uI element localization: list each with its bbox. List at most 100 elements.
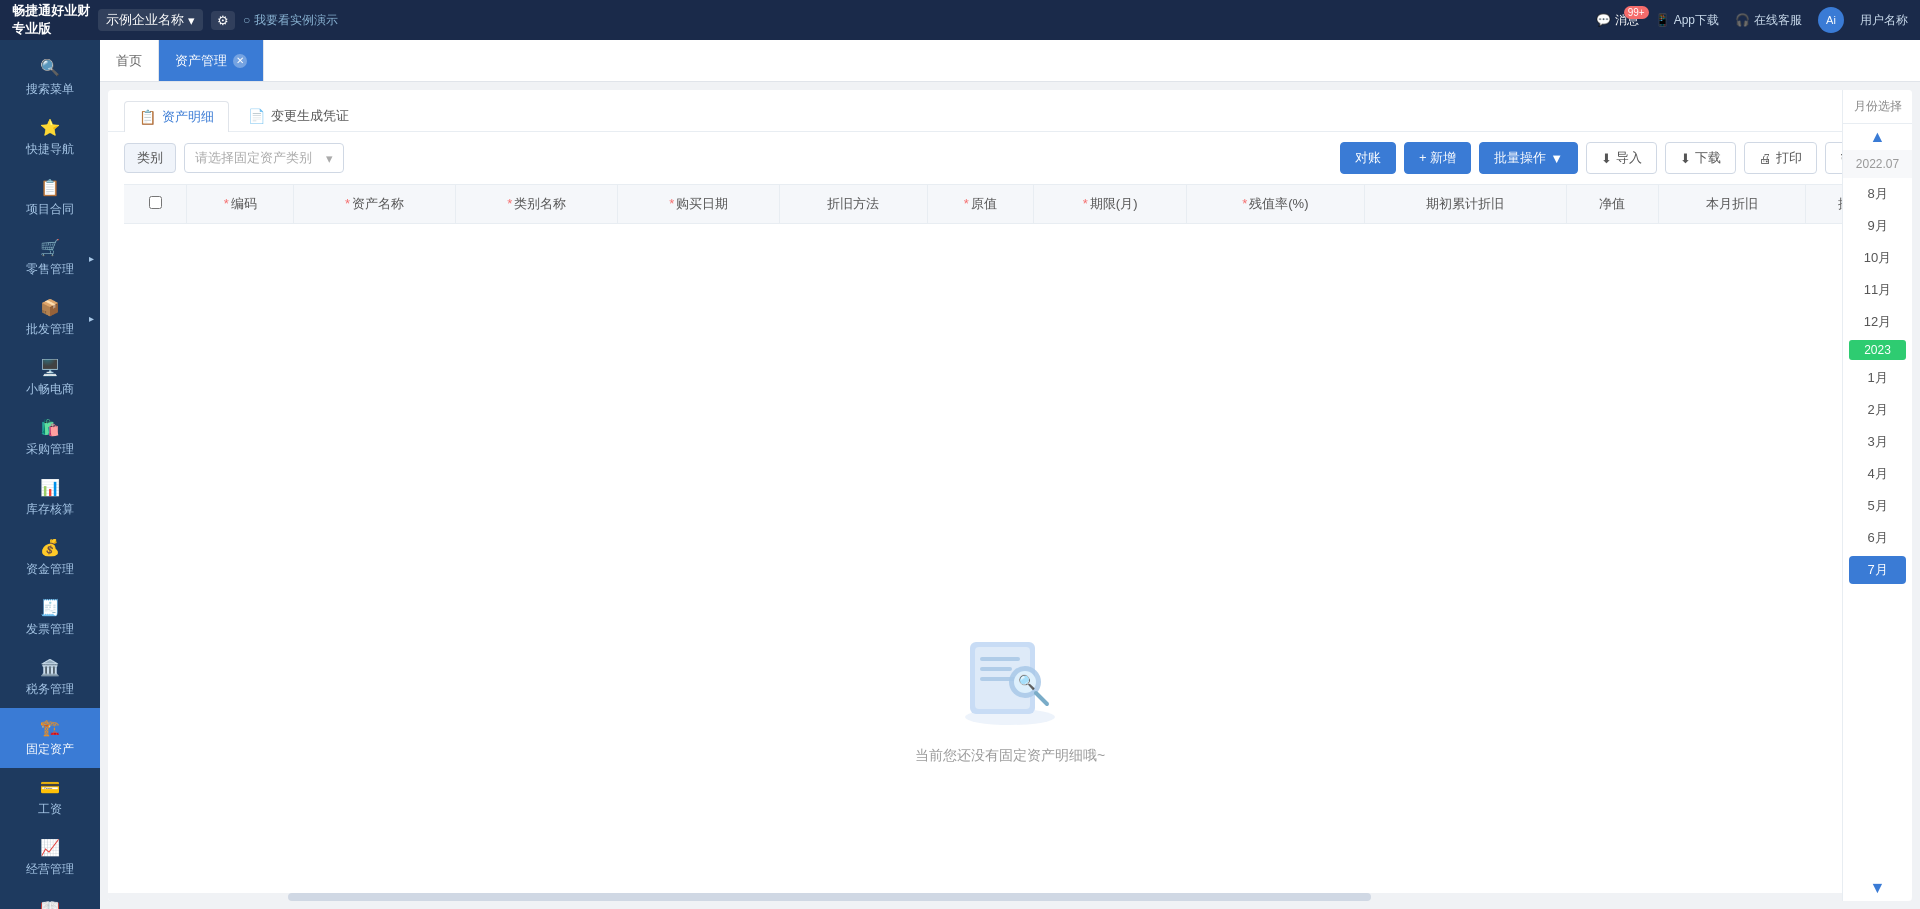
asset-table: *编码*资产名称*类别名称*购买日期折旧方法*原值*期限(月)*残值率(%)期初…	[124, 184, 1896, 224]
project-contract-icon: 📋	[40, 178, 60, 197]
month-prev-btn[interactable]: ▲	[1866, 124, 1890, 150]
sidebar-item-tax-mgmt[interactable]: 🏛️ 税务管理	[0, 648, 100, 708]
quick-nav-label: 快捷导航	[26, 141, 74, 158]
sidebar-item-search-menu[interactable]: 🔍 搜索菜单	[0, 48, 100, 108]
required-marker: *	[507, 196, 512, 211]
sidebar-item-project-contract[interactable]: 📋 项目合同	[0, 168, 100, 228]
page-content: 📋 资产明细 📄 变更生成凭证 类别 请选择固定资产类别	[108, 90, 1912, 901]
th-checkbox	[124, 185, 187, 224]
app-brand: 畅捷通好业财 专业版	[12, 2, 90, 38]
online-service-btn[interactable]: 🎧 在线客服	[1735, 12, 1802, 29]
batch-btn[interactable]: 批量操作 ▼	[1479, 142, 1578, 174]
table-header-row: *编码*资产名称*类别名称*购买日期折旧方法*原值*期限(月)*残值率(%)期初…	[124, 185, 1896, 224]
wholesale-mgmt-icon: 📦	[40, 298, 60, 317]
sidebar-item-general-ledger[interactable]: 📖 总账管理	[0, 888, 100, 909]
print-icon: 🖨	[1759, 151, 1772, 166]
import-icon: ⬇	[1601, 151, 1612, 166]
add-btn[interactable]: + 新增	[1404, 142, 1471, 174]
month-item-2022-10月[interactable]: 10月	[1843, 242, 1912, 274]
toolbar-right: 对账 + 新增 批量操作 ▼ ⬇ 导入 ⬇ 下载	[1340, 142, 1896, 174]
retail-mgmt-label: 零售管理	[26, 261, 74, 278]
month-item-2022-12月[interactable]: 12月	[1843, 306, 1912, 338]
sidebar-item-fixed-assets[interactable]: 🏗️ 固定资产	[0, 708, 100, 768]
sidebar-item-business-mgmt[interactable]: 📈 经营管理	[0, 828, 100, 888]
year-2023-badge: 2023	[1849, 340, 1906, 360]
month-picker: 月份选择 ▲ 2022.07 8月9月10月11月12月 2023 1月2月3月…	[1842, 90, 1912, 901]
import-btn[interactable]: ⬇ 导入	[1586, 142, 1657, 174]
fixed-assets-label: 固定资产	[26, 741, 74, 758]
tab-home[interactable]: 首页	[100, 40, 159, 81]
subtab-asset-detail-label: 资产明细	[162, 108, 214, 126]
purchase-mgmt-icon: 🛍️	[40, 418, 60, 437]
tab-asset-mgmt[interactable]: 资产管理 ✕	[159, 40, 264, 81]
th-residual_rate: *残值率(%)	[1187, 185, 1365, 224]
user-avatar[interactable]: Ai	[1818, 7, 1844, 33]
fund-mgmt-label: 资金管理	[26, 561, 74, 578]
month-item-2023-3月[interactable]: 3月	[1843, 426, 1912, 458]
fund-mgmt-icon: 💰	[40, 538, 60, 557]
main-layout: 🔍 搜索菜单 ⭐ 快捷导航 📋 项目合同 🛒 零售管理 ▸ 📦 批发管理 ▸ 🖥…	[0, 40, 1920, 909]
message-btn[interactable]: 💬 消息 99+	[1596, 12, 1639, 29]
month-item-2023-6月[interactable]: 6月	[1843, 522, 1912, 554]
required-marker: *	[669, 196, 674, 211]
message-icon: 💬	[1596, 13, 1611, 27]
download-btn[interactable]: ⬇ 下载	[1665, 142, 1736, 174]
user-name: 用户名称	[1860, 12, 1908, 29]
month-item-2022-11月[interactable]: 11月	[1843, 274, 1912, 306]
sidebar-item-retail-mgmt[interactable]: 🛒 零售管理 ▸	[0, 228, 100, 288]
company-selector[interactable]: 示例企业名称 ▾	[98, 9, 203, 31]
subtab-asset-detail[interactable]: 📋 资产明细	[124, 101, 229, 132]
sidebar-item-wholesale-mgmt[interactable]: 📦 批发管理 ▸	[0, 288, 100, 348]
tab-close-btn[interactable]: ✕	[233, 54, 247, 68]
business-mgmt-icon: 📈	[40, 838, 60, 857]
inventory-label: 库存核算	[26, 501, 74, 518]
empty-text: 当前您还没有固定资产明细哦~	[915, 747, 1105, 765]
month-picker-header: 月份选择	[1843, 90, 1912, 124]
toolbar-left: 类别 请选择固定资产类别 ▾	[124, 143, 344, 173]
required-marker: *	[1242, 196, 1247, 211]
fixed-assets-icon: 🏗️	[40, 718, 60, 737]
th-name: *资产名称	[294, 185, 456, 224]
search-menu-icon: 🔍	[40, 58, 60, 77]
print-btn[interactable]: 🖨 打印	[1744, 142, 1817, 174]
reconcile-btn[interactable]: 对账	[1340, 142, 1396, 174]
month-item-2023-5月[interactable]: 5月	[1843, 490, 1912, 522]
category-select[interactable]: 请选择固定资产类别 ▾	[184, 143, 344, 173]
sidebar-item-invoice-mgmt[interactable]: 🧾 发票管理	[0, 588, 100, 648]
bottom-scroll[interactable]	[108, 893, 1912, 901]
sidebar-item-inventory[interactable]: 📊 库存核算	[0, 468, 100, 528]
expand-arrow-icon: ▸	[89, 253, 94, 264]
gear-icon: ⚙	[217, 13, 229, 28]
sidebar-item-ecommerce[interactable]: 🖥️ 小畅电商	[0, 348, 100, 408]
subtab-change-voucher[interactable]: 📄 变更生成凭证	[233, 100, 364, 131]
ecommerce-icon: 🖥️	[40, 358, 60, 377]
empty-illustration: 🔍	[950, 627, 1070, 727]
required-marker: *	[224, 196, 229, 211]
category-label-btn[interactable]: 类别	[124, 143, 176, 173]
th-code: *编码	[187, 185, 294, 224]
sidebar-item-fund-mgmt[interactable]: 💰 资金管理	[0, 528, 100, 588]
toolbar: 类别 请选择固定资产类别 ▾ 对账 + 新增	[108, 132, 1912, 184]
month-item-2023-4月[interactable]: 4月	[1843, 458, 1912, 490]
content-area: 首页 资产管理 ✕ 📋 资产明细 📄 变更生成凭证	[100, 40, 1920, 909]
sidebar-item-salary[interactable]: 💳 工资	[0, 768, 100, 828]
top-bar-right: 💬 消息 99+ 📱 App下载 🎧 在线客服 Ai 用户名称	[1596, 7, 1908, 33]
general-ledger-icon: 📖	[40, 898, 60, 909]
month-item-2023-1月[interactable]: 1月	[1843, 362, 1912, 394]
months-2023: 1月2月3月4月5月6月7月	[1843, 362, 1912, 584]
svg-rect-3	[980, 657, 1020, 661]
month-next-btn[interactable]: ▼	[1866, 875, 1890, 901]
expand-arrow-icon: ▸	[89, 313, 94, 324]
settings-btn[interactable]: ⚙	[211, 11, 235, 30]
month-item-2022-9月[interactable]: 9月	[1843, 210, 1912, 242]
demo-btn[interactable]: ○ 我要看实例演示	[243, 12, 338, 29]
month-item-2022-8月[interactable]: 8月	[1843, 178, 1912, 210]
month-item-2023-2月[interactable]: 2月	[1843, 394, 1912, 426]
select-all-checkbox[interactable]	[149, 196, 162, 209]
app-download-btn[interactable]: 📱 App下载	[1655, 12, 1719, 29]
sidebar-item-quick-nav[interactable]: ⭐ 快捷导航	[0, 108, 100, 168]
sidebar-item-purchase-mgmt[interactable]: 🛍️ 采购管理	[0, 408, 100, 468]
search-menu-label: 搜索菜单	[26, 81, 74, 98]
month-item-2023-7月[interactable]: 7月	[1849, 556, 1906, 584]
subtab-change-voucher-label: 变更生成凭证	[271, 107, 349, 125]
